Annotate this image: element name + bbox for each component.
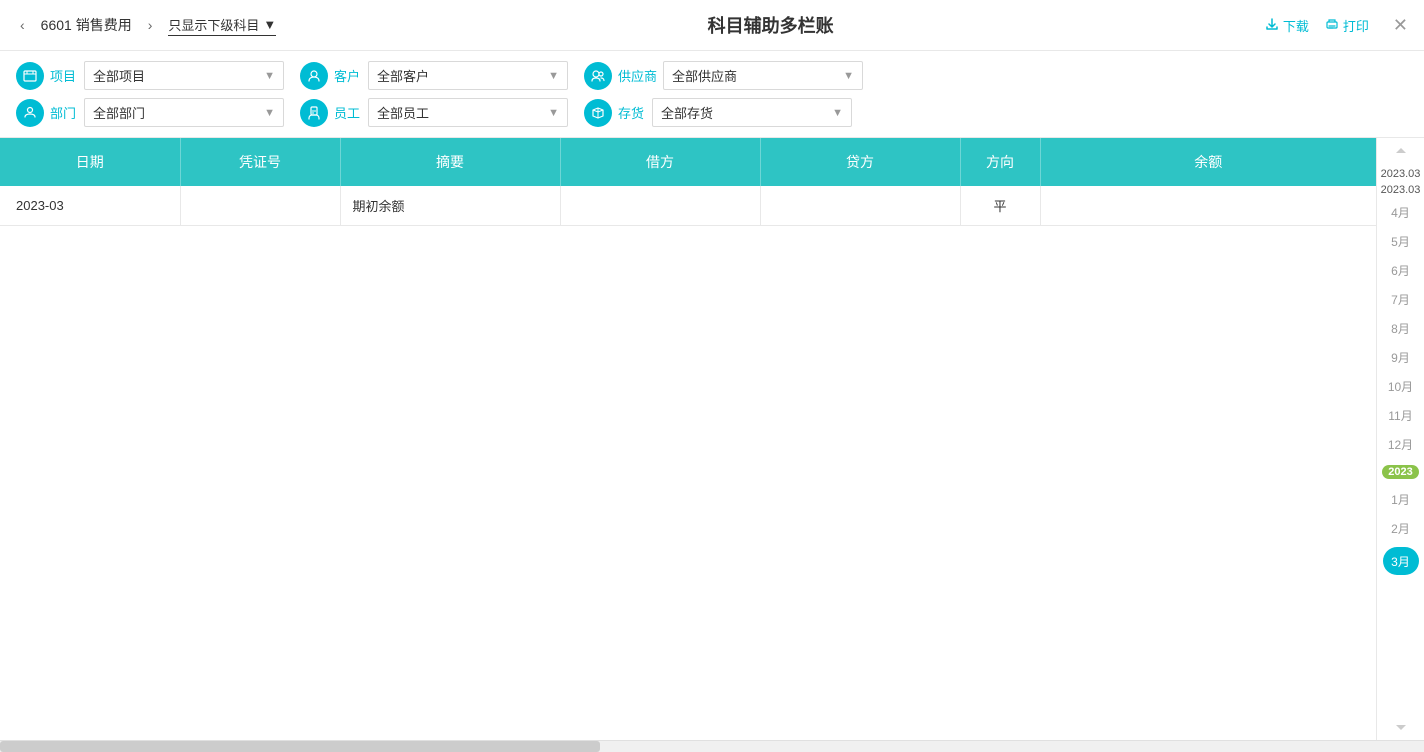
project-label: 项目	[50, 66, 78, 85]
sidebar-month-9[interactable]: 9月	[1377, 343, 1424, 372]
table-header-row: 日期 凭证号 摘要 借方 贷方 方向 余额	[0, 138, 1376, 186]
employee-select[interactable]: 全部员工 ▼	[368, 98, 568, 127]
ledger-table: 日期 凭证号 摘要 借方 贷方 方向 余额 2023-03	[0, 138, 1376, 226]
sidebar-month-10[interactable]: 10月	[1377, 372, 1424, 401]
supplier-value: 全部供应商	[672, 66, 737, 85]
cell-direction: 平	[960, 186, 1040, 226]
cell-voucher	[180, 186, 340, 226]
download-icon	[1265, 17, 1279, 34]
goods-value: 全部存货	[661, 103, 713, 122]
year-badge[interactable]: 2023	[1382, 465, 1418, 479]
next-account-btn[interactable]: ›	[144, 15, 157, 35]
customer-arrow-icon: ▼	[548, 70, 559, 82]
sidebar-month-12[interactable]: 12月	[1377, 430, 1424, 459]
prev-account-btn[interactable]: ‹	[16, 15, 29, 35]
col-debit: 借方	[560, 138, 760, 186]
cell-summary: 期初余额	[340, 186, 560, 226]
goods-label: 存货	[618, 103, 646, 122]
show-sub-arrow-icon: ▼	[263, 17, 276, 32]
filter-customer: 客户 全部客户 ▼	[300, 61, 568, 90]
sidebar-period-1[interactable]: 2023.03	[1377, 166, 1424, 182]
main-table-area: 日期 凭证号 摘要 借方 贷方 方向 余额 2023-03	[0, 138, 1376, 740]
dept-label: 部门	[50, 103, 78, 122]
employee-arrow-icon: ▼	[548, 107, 559, 119]
cell-balance	[1040, 186, 1376, 226]
sidebar-period-2[interactable]: 2023.03	[1377, 182, 1424, 198]
employee-icon	[300, 99, 328, 127]
dept-select[interactable]: 全部部门 ▼	[84, 98, 284, 127]
filter-employee: 员工 全部员工 ▼	[300, 98, 568, 127]
dept-value: 全部部门	[93, 103, 145, 122]
download-label: 下载	[1283, 16, 1309, 35]
download-button[interactable]: 下载	[1265, 16, 1309, 35]
top-actions: 下载 打印 ✕	[1265, 15, 1408, 36]
project-arrow-icon: ▼	[264, 70, 275, 82]
dept-icon	[16, 99, 44, 127]
filter-supplier: 供应商 全部供应商 ▼	[584, 61, 863, 90]
print-label: 打印	[1343, 16, 1369, 35]
supplier-select[interactable]: 全部供应商 ▼	[663, 61, 863, 90]
filter-project: 项目 全部项目 ▼	[16, 61, 284, 90]
customer-value: 全部客户	[377, 66, 429, 85]
print-icon	[1325, 17, 1339, 34]
sidebar-month-8[interactable]: 8月	[1377, 314, 1424, 343]
filter-dept: 部门 全部部门 ▼	[16, 98, 284, 127]
filter-row-2: 部门 全部部门 ▼ 员工 全部员工 ▼	[16, 98, 1408, 127]
sidebar-month-4[interactable]: 4月	[1377, 198, 1424, 227]
account-code: 6601 销售费用	[41, 15, 132, 35]
close-button[interactable]: ✕	[1393, 15, 1408, 36]
show-sub-label: 只显示下级科目	[168, 15, 259, 34]
project-icon	[16, 62, 44, 90]
employee-label: 员工	[334, 103, 362, 122]
cell-credit	[760, 186, 960, 226]
sidebar-month-6[interactable]: 6月	[1377, 256, 1424, 285]
account-name: 销售费用	[76, 17, 132, 33]
right-sidebar: 2023.03 2023.03 4月 5月 6月 7月	[1376, 138, 1424, 740]
print-button[interactable]: 打印	[1325, 16, 1369, 35]
col-date: 日期	[0, 138, 180, 186]
col-balance: 余额	[1040, 138, 1376, 186]
filter-area: 项目 全部项目 ▼ 客户 全部客户 ▼	[0, 51, 1424, 138]
show-sub-button[interactable]: 只显示下级科目 ▼	[168, 15, 276, 36]
horizontal-scrollbar[interactable]	[0, 740, 1424, 752]
scrollbar-thumb[interactable]	[0, 741, 600, 752]
supplier-label: 供应商	[618, 66, 657, 85]
supplier-arrow-icon: ▼	[843, 70, 854, 82]
top-bar: ‹ 6601 销售费用 › 只显示下级科目 ▼ 科目辅助多栏账 下载	[0, 0, 1424, 51]
project-select[interactable]: 全部项目 ▼	[84, 61, 284, 90]
customer-label: 客户	[334, 66, 362, 85]
sidebar-down-btn[interactable]	[1387, 712, 1415, 740]
sidebar-month-2[interactable]: 2月	[1377, 514, 1424, 543]
col-summary: 摘要	[340, 138, 560, 186]
goods-icon	[584, 99, 612, 127]
page-title: 科目辅助多栏账	[288, 12, 1253, 38]
col-credit: 贷方	[760, 138, 960, 186]
account-code-num: 6601	[41, 17, 72, 33]
cell-debit	[560, 186, 760, 226]
sidebar-month-7[interactable]: 7月	[1377, 285, 1424, 314]
customer-icon	[300, 62, 328, 90]
supplier-icon	[584, 62, 612, 90]
goods-arrow-icon: ▼	[832, 107, 843, 119]
col-direction: 方向	[960, 138, 1040, 186]
project-value: 全部项目	[93, 66, 145, 85]
goods-select[interactable]: 全部存货 ▼	[652, 98, 852, 127]
sidebar-month-11[interactable]: 11月	[1377, 401, 1424, 430]
sidebar-up-btn[interactable]	[1387, 138, 1415, 166]
table-row: 2023-03 期初余额 平	[0, 186, 1376, 226]
sidebar-month-1[interactable]: 1月	[1377, 485, 1424, 514]
customer-select[interactable]: 全部客户 ▼	[368, 61, 568, 90]
sidebar-month-3-selected[interactable]: 3月	[1383, 547, 1419, 575]
dept-arrow-icon: ▼	[264, 107, 275, 119]
col-voucher: 凭证号	[180, 138, 340, 186]
sidebar-month-5[interactable]: 5月	[1377, 227, 1424, 256]
cell-date: 2023-03	[0, 186, 180, 226]
employee-value: 全部员工	[377, 103, 429, 122]
filter-row-1: 项目 全部项目 ▼ 客户 全部客户 ▼	[16, 61, 1408, 90]
filter-goods: 存货 全部存货 ▼	[584, 98, 852, 127]
